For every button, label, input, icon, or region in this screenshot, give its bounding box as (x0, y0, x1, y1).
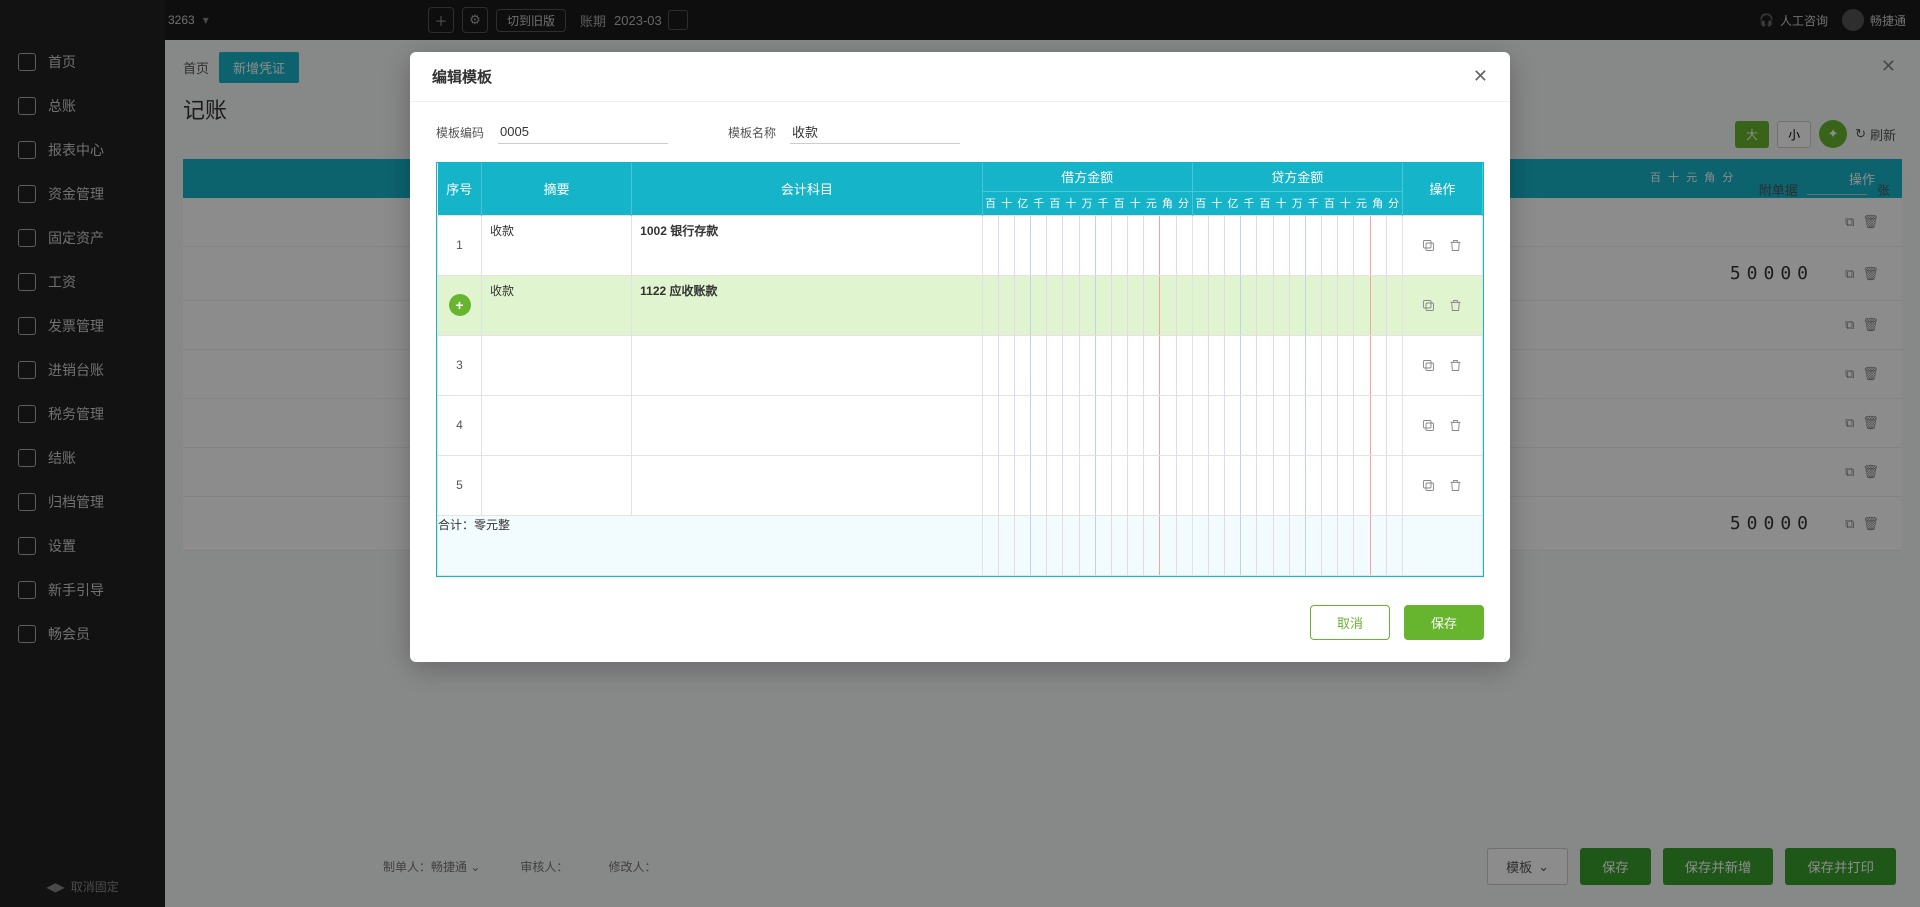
unit-label: 十 (1340, 195, 1351, 211)
cell-seq: 5 (438, 455, 482, 515)
unit-label: 万 (1292, 195, 1303, 211)
unit-label: 千 (1033, 195, 1044, 211)
th-credit: 贷方金额 (1192, 163, 1402, 191)
template-code-input[interactable] (498, 120, 668, 144)
cell-op (1402, 395, 1482, 455)
cell-subject[interactable] (632, 395, 982, 455)
save-button[interactable]: 保存 (1404, 605, 1484, 640)
cell-op (1402, 335, 1482, 395)
unit-label: 百 (1260, 195, 1271, 211)
cell-debit[interactable] (982, 395, 1192, 455)
edit-template-modal: 编辑模板 ✕ 模板编码 模板名称 (410, 52, 1510, 662)
th-op: 操作 (1402, 163, 1482, 215)
cell-summary[interactable]: 收款 (482, 215, 632, 275)
template-table: 序号 摘要 会计科目 借方金额 贷方金额 操作 百 十 亿 千 百 十 万 千 … (436, 162, 1484, 577)
trash-icon[interactable] (1448, 298, 1463, 313)
unit-label: 十 (1001, 195, 1012, 211)
cancel-button[interactable]: 取消 (1310, 605, 1390, 640)
unit-label: 分 (1388, 195, 1399, 211)
cell-subject[interactable] (632, 335, 982, 395)
unit-label: 百 (1049, 195, 1060, 211)
cell-credit[interactable] (1192, 395, 1402, 455)
unit-label: 元 (1146, 195, 1157, 211)
cell-seq: 4 (438, 395, 482, 455)
unit-label: 角 (1162, 195, 1173, 211)
unit-label: 十 (1211, 195, 1222, 211)
modal-close-button[interactable]: ✕ (1473, 66, 1488, 87)
template-row[interactable]: 3 (438, 335, 1483, 395)
modal-title: 编辑模板 (432, 66, 492, 87)
cell-seq: 1 (438, 215, 482, 275)
total-label: 合计：零元整 (438, 515, 983, 575)
unit-label: 分 (1178, 195, 1189, 211)
unit-label: 十 (1065, 195, 1076, 211)
unit-label: 亿 (1017, 195, 1028, 211)
cell-seq: + (438, 275, 482, 335)
th-debit: 借方金额 (982, 163, 1192, 191)
template-row[interactable]: + 收款1122 应收账款 (438, 275, 1483, 335)
unit-label: 百 (1114, 195, 1125, 211)
copy-icon[interactable] (1421, 358, 1436, 373)
template-row[interactable]: 5 (438, 455, 1483, 515)
copy-icon[interactable] (1421, 238, 1436, 253)
template-name-label: 模板名称 (728, 124, 776, 141)
trash-icon[interactable] (1448, 418, 1463, 433)
cell-debit[interactable] (982, 335, 1192, 395)
th-seq: 序号 (438, 163, 482, 215)
cell-summary[interactable] (482, 455, 632, 515)
template-row[interactable]: 4 (438, 395, 1483, 455)
th-subject: 会计科目 (632, 163, 982, 215)
unit-label: 千 (1098, 195, 1109, 211)
unit-label: 千 (1243, 195, 1254, 211)
th-summary: 摘要 (482, 163, 632, 215)
modal-overlay: 编辑模板 ✕ 模板编码 模板名称 (0, 0, 1920, 907)
copy-icon[interactable] (1421, 418, 1436, 433)
template-name-input[interactable] (790, 120, 960, 144)
cell-debit[interactable] (982, 215, 1192, 275)
unit-label: 万 (1082, 195, 1093, 211)
cell-summary[interactable] (482, 335, 632, 395)
cell-summary[interactable]: 收款 (482, 275, 632, 335)
unit-label: 十 (1276, 195, 1287, 211)
cell-debit[interactable] (982, 455, 1192, 515)
unit-label: 亿 (1227, 195, 1238, 211)
copy-icon[interactable] (1421, 298, 1436, 313)
cell-op (1402, 215, 1482, 275)
cell-subject[interactable]: 1002 银行存款 (632, 215, 982, 275)
template-row[interactable]: 1收款1002 银行存款 (438, 215, 1483, 275)
unit-label: 十 (1130, 195, 1141, 211)
unit-label: 角 (1372, 195, 1383, 211)
trash-icon[interactable] (1448, 238, 1463, 253)
unit-label: 百 (1324, 195, 1335, 211)
cell-subject[interactable] (632, 455, 982, 515)
cell-op (1402, 275, 1482, 335)
copy-icon[interactable] (1421, 478, 1436, 493)
cell-credit[interactable] (1192, 215, 1402, 275)
template-code-label: 模板编码 (436, 124, 484, 141)
unit-label: 百 (1195, 195, 1206, 211)
cell-subject[interactable]: 1122 应收账款 (632, 275, 982, 335)
unit-label: 元 (1356, 195, 1367, 211)
unit-label: 百 (985, 195, 996, 211)
cell-summary[interactable] (482, 395, 632, 455)
cell-credit[interactable] (1192, 275, 1402, 335)
cell-credit[interactable] (1192, 455, 1402, 515)
unit-label: 千 (1308, 195, 1319, 211)
cell-debit[interactable] (982, 275, 1192, 335)
add-row-button[interactable]: + (449, 294, 471, 316)
cell-op (1402, 455, 1482, 515)
trash-icon[interactable] (1448, 478, 1463, 493)
trash-icon[interactable] (1448, 358, 1463, 373)
cell-seq: 3 (438, 335, 482, 395)
cell-credit[interactable] (1192, 335, 1402, 395)
